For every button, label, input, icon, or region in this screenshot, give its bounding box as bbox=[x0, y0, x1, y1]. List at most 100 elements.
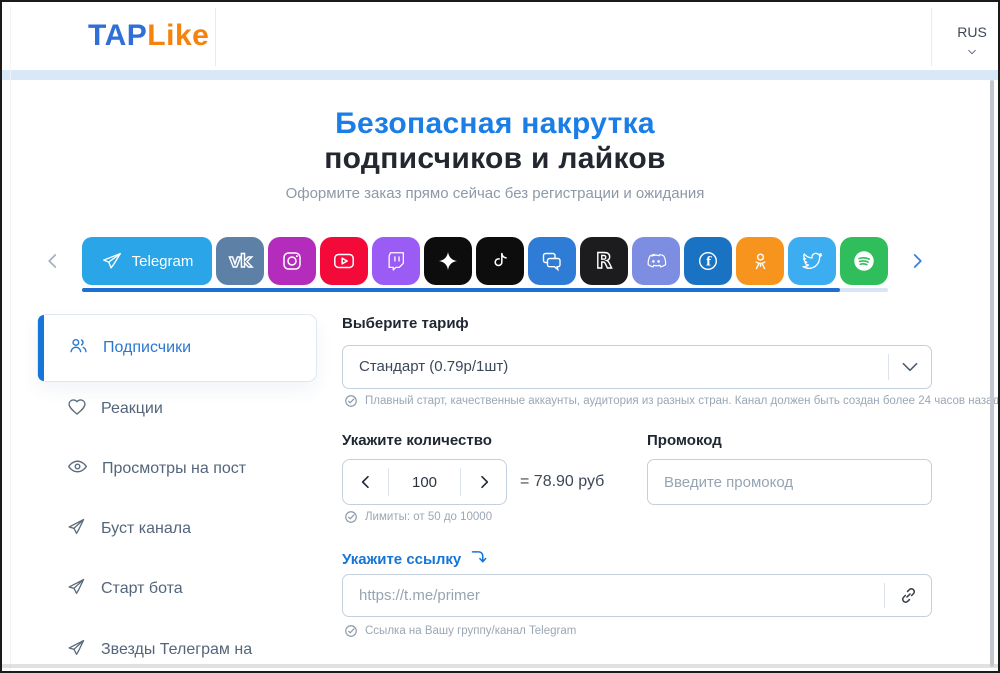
link-input[interactable] bbox=[343, 575, 931, 616]
chevron-down-icon bbox=[900, 357, 920, 377]
tariff-select[interactable]: Стандарт (0.79р/1шт) bbox=[342, 345, 932, 389]
limits-note-text: Лимиты: от 50 до 10000 bbox=[365, 511, 493, 523]
tab-chat[interactable] bbox=[528, 237, 576, 285]
bottom-edge-shadow bbox=[2, 664, 998, 668]
sidebar: Подписчики Реакции Просмотры на пост Бус… bbox=[37, 314, 317, 658]
instagram-icon bbox=[280, 249, 304, 273]
chat-bubbles-icon bbox=[540, 249, 564, 273]
sidebar-item-label: Подписчики bbox=[103, 339, 192, 356]
sidebar-item-label: Звезды Телеграм на bbox=[101, 641, 253, 658]
rutube-icon: R bbox=[595, 248, 613, 273]
twitter-bird-icon bbox=[800, 249, 824, 273]
link-note: Ссылка на Вашу группу/канал Telegram bbox=[344, 624, 576, 638]
link-chain-icon bbox=[898, 585, 919, 606]
carousel-next-button[interactable] bbox=[908, 251, 926, 271]
language-label: RUS bbox=[957, 24, 987, 40]
sidebar-item-label: Старт бота bbox=[101, 580, 183, 597]
promo-label: Промокод bbox=[647, 432, 722, 449]
quantity-stepper bbox=[342, 459, 507, 505]
sidebar-item-bot-start[interactable]: Старт бота bbox=[37, 575, 317, 603]
dzen-sparkle-icon bbox=[437, 250, 459, 272]
paper-plane-icon bbox=[66, 516, 89, 543]
tab-telegram[interactable]: Telegram bbox=[82, 237, 212, 285]
eye-icon bbox=[67, 456, 88, 482]
sidebar-item-label: Буст канала bbox=[101, 520, 191, 537]
link-field-divider bbox=[884, 583, 885, 608]
header-bottom-strip bbox=[2, 70, 998, 80]
tab-rutube[interactable]: R bbox=[580, 237, 628, 285]
tab-youtube[interactable] bbox=[320, 237, 368, 285]
header: TAPLike RUS bbox=[2, 2, 998, 70]
tab-odnoklassniki[interactable] bbox=[736, 237, 784, 285]
logo-part-2: Like bbox=[147, 19, 210, 52]
sidebar-item-label: Реакции bbox=[101, 400, 163, 417]
tab-instagram[interactable] bbox=[268, 237, 316, 285]
tab-dzen[interactable] bbox=[424, 237, 472, 285]
tab-tiktok[interactable] bbox=[476, 237, 524, 285]
tab-twitter[interactable] bbox=[788, 237, 836, 285]
users-icon bbox=[68, 335, 89, 361]
sidebar-item-subscribers[interactable]: Подписчики bbox=[37, 314, 317, 382]
quantity-increase-button[interactable] bbox=[461, 460, 506, 504]
link-field bbox=[342, 574, 932, 617]
vk-icon: vk bbox=[228, 250, 252, 272]
page-title-line1: Безопасная накрутка bbox=[335, 107, 655, 140]
spotify-icon bbox=[851, 248, 877, 274]
check-circle-icon bbox=[345, 625, 357, 637]
heart-icon bbox=[67, 397, 87, 422]
sidebar-item-post-views[interactable]: Просмотры на пост bbox=[37, 455, 317, 483]
tariff-label: Выберите тариф bbox=[342, 315, 469, 332]
language-selector[interactable]: RUS bbox=[948, 24, 996, 55]
header-divider-left bbox=[215, 8, 216, 66]
twitch-icon bbox=[385, 250, 407, 272]
sidebar-item-telegram-stars[interactable]: Звезды Телеграм на bbox=[37, 636, 317, 664]
active-indicator-bar bbox=[38, 315, 44, 381]
quantity-input[interactable] bbox=[389, 460, 460, 504]
app-window: TAPLike RUS Безопасная накрутка подписчи… bbox=[0, 0, 1000, 673]
header-divider-right bbox=[931, 8, 932, 66]
quantity-decrease-button[interactable] bbox=[343, 460, 388, 504]
youtube-icon bbox=[331, 248, 357, 274]
social-network-carousel: Telegram vk R f bbox=[82, 237, 888, 285]
paper-plane-icon bbox=[66, 576, 89, 603]
link-label-text: Укажите ссылку bbox=[342, 550, 462, 568]
chevron-down-icon bbox=[965, 44, 979, 55]
page-scrollbar[interactable] bbox=[990, 80, 994, 667]
sidebar-item-channel-boost[interactable]: Буст канала bbox=[37, 515, 317, 543]
telegram-plane-icon bbox=[101, 250, 123, 272]
discord-icon bbox=[644, 249, 668, 273]
sidebar-item-label: Просмотры на пост bbox=[102, 460, 247, 477]
check-circle-icon bbox=[345, 395, 357, 407]
tariff-selected-value: Стандарт (0.79р/1шт) bbox=[359, 358, 509, 375]
tab-vk[interactable]: vk bbox=[216, 237, 264, 285]
paper-plane-icon bbox=[66, 637, 89, 664]
tab-twitch[interactable] bbox=[372, 237, 420, 285]
promo-input[interactable] bbox=[648, 460, 931, 504]
carousel-scroll-track[interactable] bbox=[82, 288, 888, 292]
link-note-text: Ссылка на Вашу группу/канал Telegram bbox=[365, 625, 577, 637]
tab-discord[interactable] bbox=[632, 237, 680, 285]
tab-spotify[interactable] bbox=[840, 237, 888, 285]
arrow-down-right-icon bbox=[470, 548, 487, 570]
tariff-note: Плавный старт, качественные аккаунты, ау… bbox=[344, 394, 1000, 408]
facebook-icon: f bbox=[696, 249, 720, 273]
tab-telegram-label: Telegram bbox=[131, 252, 194, 270]
page-title-line2: подписчиков и лайков bbox=[324, 142, 666, 175]
quantity-label: Укажите количество bbox=[342, 432, 492, 449]
carousel-scroll-fill bbox=[82, 288, 840, 292]
sidebar-item-reactions[interactable]: Реакции bbox=[37, 395, 317, 423]
check-circle-icon bbox=[345, 511, 357, 523]
logo-part-1: TAP bbox=[88, 19, 148, 52]
tab-facebook[interactable]: f bbox=[684, 237, 732, 285]
carousel-prev-button[interactable] bbox=[44, 251, 62, 271]
hero: Безопасная накрутка подписчиков и лайков… bbox=[2, 106, 988, 202]
calculated-price: = 78.90 руб bbox=[520, 473, 605, 490]
limits-note: Лимиты: от 50 до 10000 bbox=[344, 510, 492, 524]
page-subtitle: Оформите заказ прямо сейчас без регистра… bbox=[285, 185, 705, 202]
tariff-note-text: Плавный старт, качественные аккаунты, ау… bbox=[365, 395, 1000, 407]
promo-field bbox=[647, 459, 932, 505]
tiktok-icon bbox=[489, 250, 511, 272]
logo[interactable]: TAPLike bbox=[88, 2, 209, 70]
svg-text:f: f bbox=[706, 255, 712, 269]
link-section-label[interactable]: Укажите ссылку bbox=[342, 548, 487, 570]
